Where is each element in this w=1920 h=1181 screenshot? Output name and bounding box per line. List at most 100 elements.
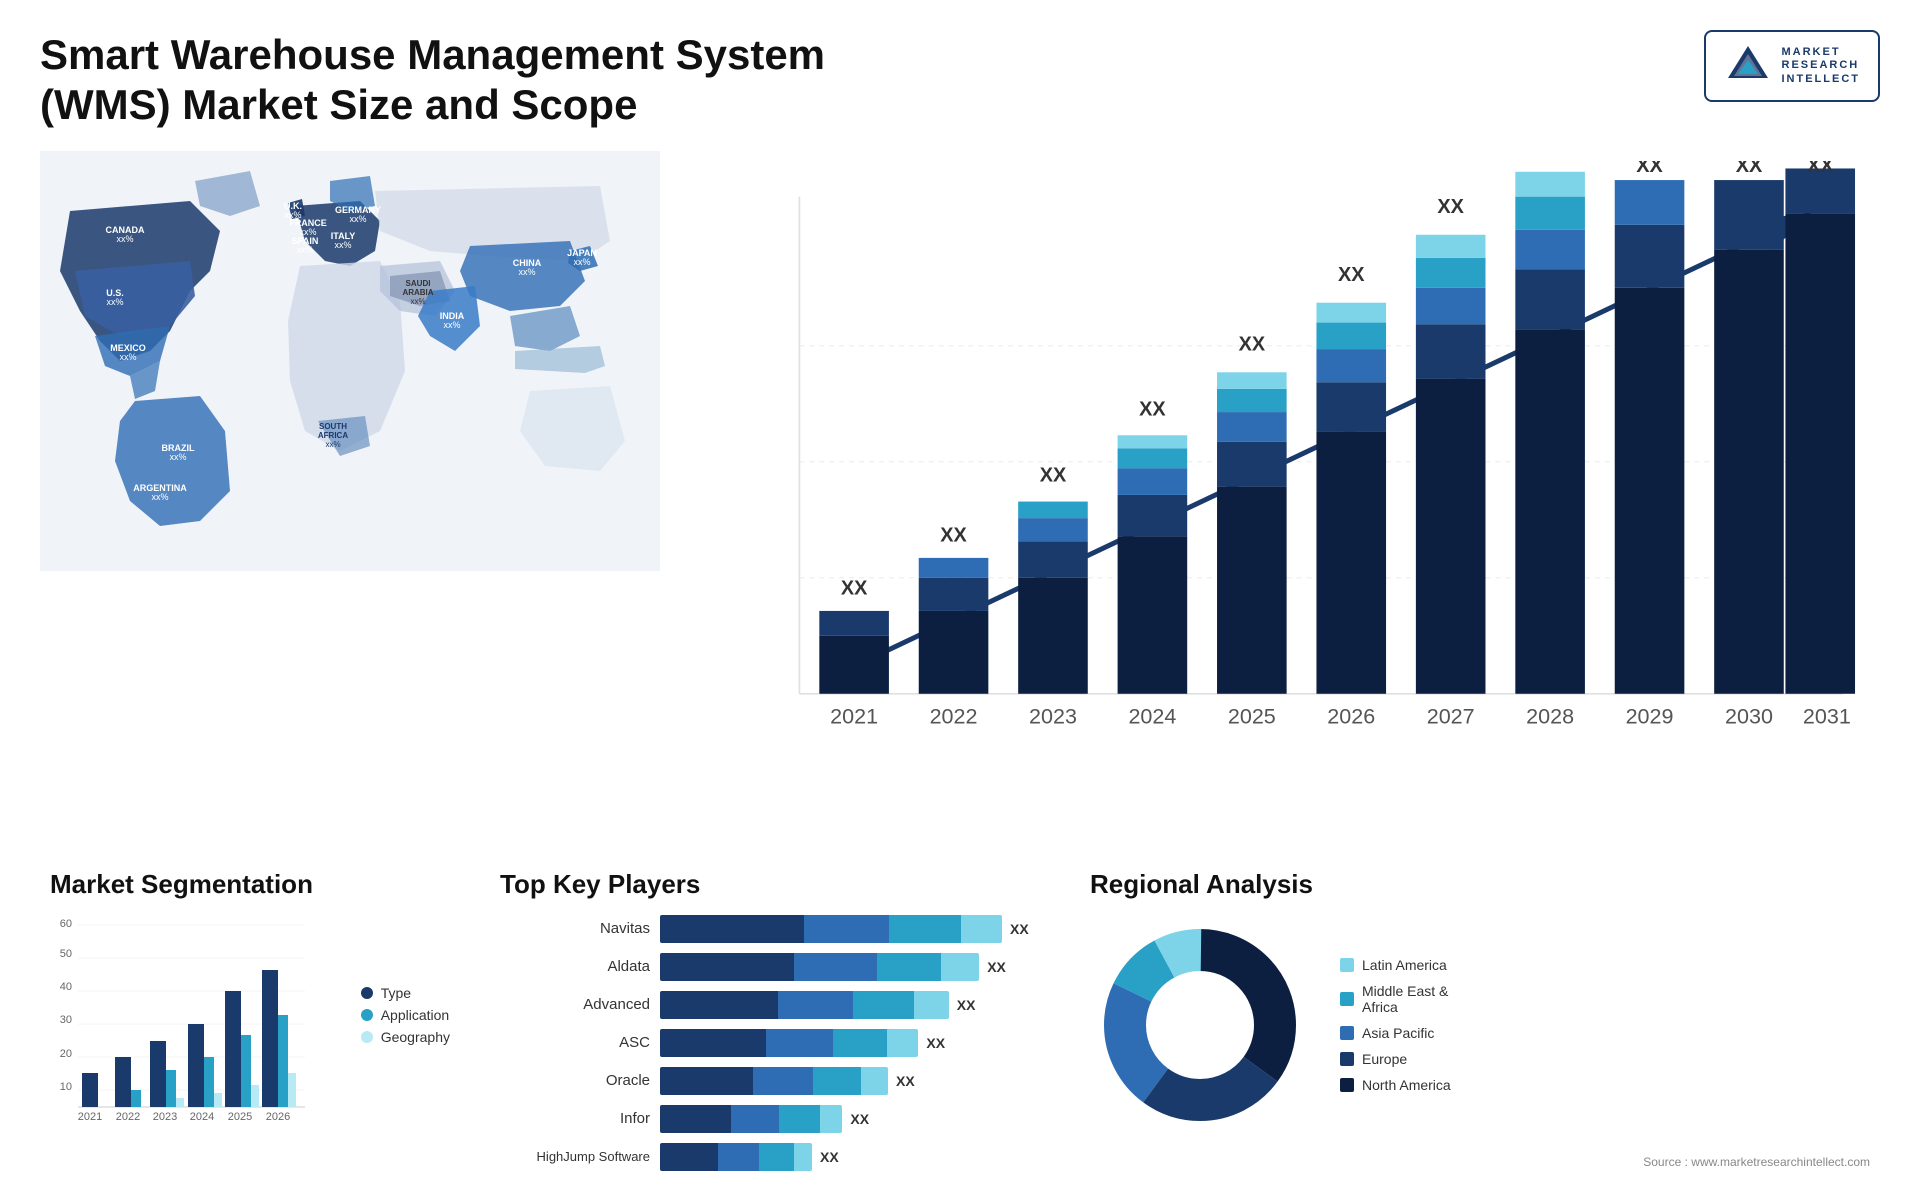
bar-chart-svg: XX XX XX XX (700, 161, 1860, 829)
seg-chart: 60 50 40 30 20 10 (50, 915, 310, 1145)
label-south-africa: SOUTH (319, 422, 347, 431)
legend-asia-color (1340, 1026, 1354, 1040)
svg-text:10: 10 (60, 1081, 72, 1093)
map-section: CANADA xx% U.S. xx% MEXICO xx% BRAZIL xx… (40, 151, 660, 839)
legend-europe-color (1340, 1052, 1354, 1066)
player-bar-advanced: XX (660, 991, 1040, 1019)
bottom-row: Market Segmentation 60 50 40 30 20 10 (40, 859, 1880, 1181)
svg-text:2021: 2021 (78, 1111, 102, 1123)
legend-geo-label: Geography (381, 1029, 450, 1045)
x-label-2025: 2025 (1228, 704, 1276, 728)
x-label-2028: 2028 (1526, 704, 1574, 728)
svg-text:xx%: xx% (573, 257, 590, 267)
svg-text:xx%: xx% (518, 267, 535, 277)
player-navitas: Navitas XX (500, 915, 1040, 943)
legend-europe-label: Europe (1362, 1051, 1407, 1067)
legend-type-dot (361, 987, 373, 999)
top-row: CANADA xx% U.S. xx% MEXICO xx% BRAZIL xx… (40, 151, 1880, 839)
player-name-highjump: HighJump Software (500, 1149, 650, 1164)
player-xx-aldata: XX (987, 959, 1006, 975)
bar-chart-section: XX XX XX XX (690, 151, 1880, 839)
bar-2021 (819, 636, 889, 694)
legend-app-label: Application (381, 1007, 450, 1023)
svg-text:xx%: xx% (106, 297, 123, 307)
legend-application: Application (361, 1007, 450, 1023)
svg-text:XX: XX (1636, 161, 1663, 177)
donut-container: Latin America Middle East &Africa Asia P… (1090, 915, 1870, 1135)
x-label-2023: 2023 (1029, 704, 1077, 728)
svg-text:2022: 2022 (116, 1111, 140, 1123)
legend-app-dot (361, 1009, 373, 1021)
legend-mea: Middle East &Africa (1340, 983, 1451, 1015)
svg-text:XX: XX (1239, 334, 1266, 356)
player-name-infor: Infor (500, 1110, 650, 1127)
legend-mea-label: Middle East &Africa (1362, 983, 1448, 1015)
svg-text:2024: 2024 (190, 1111, 214, 1123)
legend-geo-dot (361, 1031, 373, 1043)
logo-line1: MARKET (1782, 46, 1861, 59)
player-name-navitas: Navitas (500, 920, 650, 937)
legend-asia: Asia Pacific (1340, 1025, 1451, 1041)
players-section: Top Key Players Navitas XX (490, 859, 1050, 1181)
player-xx-advanced: XX (957, 997, 976, 1013)
legend-europe: Europe (1340, 1051, 1451, 1067)
svg-text:2023: 2023 (153, 1111, 177, 1123)
svg-text:AFRICA: AFRICA (318, 431, 348, 440)
player-name-asc: ASC (500, 1034, 650, 1051)
header: Smart Warehouse Management System (WMS) … (40, 30, 1880, 131)
svg-text:2026: 2026 (266, 1111, 290, 1123)
legend-la-color (1340, 958, 1354, 972)
svg-text:xx%: xx% (151, 492, 168, 502)
legend-north-america: North America (1340, 1077, 1451, 1093)
legend-na-color (1340, 1078, 1354, 1092)
svg-text:xx%: xx% (410, 297, 425, 306)
svg-text:xx%: xx% (334, 240, 351, 250)
x-label-2021: 2021 (830, 704, 878, 728)
svg-text:50: 50 (60, 948, 72, 960)
regional-title: Regional Analysis (1090, 869, 1870, 900)
svg-text:XX: XX (1338, 264, 1365, 286)
players-title: Top Key Players (500, 869, 1040, 900)
svg-text:ARABIA: ARABIA (402, 288, 433, 297)
player-name-oracle: Oracle (500, 1072, 650, 1089)
page-container: Smart Warehouse Management System (WMS) … (0, 0, 1920, 1146)
svg-text:XX: XX (1040, 464, 1067, 486)
x-label-2031: 2031 (1803, 704, 1851, 728)
logo-line2: RESEARCH (1782, 59, 1861, 72)
map-svg: CANADA xx% U.S. xx% MEXICO xx% BRAZIL xx… (40, 151, 660, 571)
regional-legend: Latin America Middle East &Africa Asia P… (1340, 957, 1451, 1093)
donut-svg (1090, 915, 1310, 1135)
logo-line3: INTELLECT (1782, 73, 1861, 86)
svg-text:20: 20 (60, 1048, 72, 1060)
svg-text:60: 60 (60, 918, 72, 930)
x-label-2029: 2029 (1626, 704, 1674, 728)
logo-area: MARKET RESEARCH INTELLECT (1704, 30, 1881, 102)
svg-text:30: 30 (60, 1014, 72, 1026)
svg-text:XX: XX (1437, 196, 1464, 218)
legend-asia-label: Asia Pacific (1362, 1025, 1434, 1041)
x-label-2022: 2022 (930, 704, 978, 728)
player-bar-oracle: XX (660, 1067, 1040, 1095)
svg-text:xx%: xx% (169, 452, 186, 462)
label-saudi: SAUDI (406, 279, 431, 288)
x-label-2026: 2026 (1327, 704, 1375, 728)
legend-mea-color (1340, 992, 1354, 1006)
legend-latin-america: Latin America (1340, 957, 1451, 973)
player-oracle: Oracle XX (500, 1067, 1040, 1095)
svg-text:XX: XX (841, 577, 868, 599)
legend-la-label: Latin America (1362, 957, 1447, 973)
svg-text:xx%: xx% (325, 440, 340, 449)
player-xx-highjump: XX (820, 1149, 839, 1165)
svg-text:XX: XX (1736, 161, 1763, 177)
player-bar-highjump: XX (660, 1143, 1040, 1171)
player-xx-navitas: XX (1010, 921, 1029, 937)
segmentation-title: Market Segmentation (50, 869, 450, 900)
player-xx-infor: XX (850, 1111, 869, 1127)
logo-icon (1724, 42, 1772, 90)
x-label-2024: 2024 (1128, 704, 1176, 728)
svg-text:XX: XX (940, 524, 967, 546)
svg-text:xx%: xx% (116, 234, 133, 244)
svg-text:xx%: xx% (349, 214, 366, 224)
player-asc: ASC XX (500, 1029, 1040, 1057)
player-infor: Infor XX (500, 1105, 1040, 1133)
